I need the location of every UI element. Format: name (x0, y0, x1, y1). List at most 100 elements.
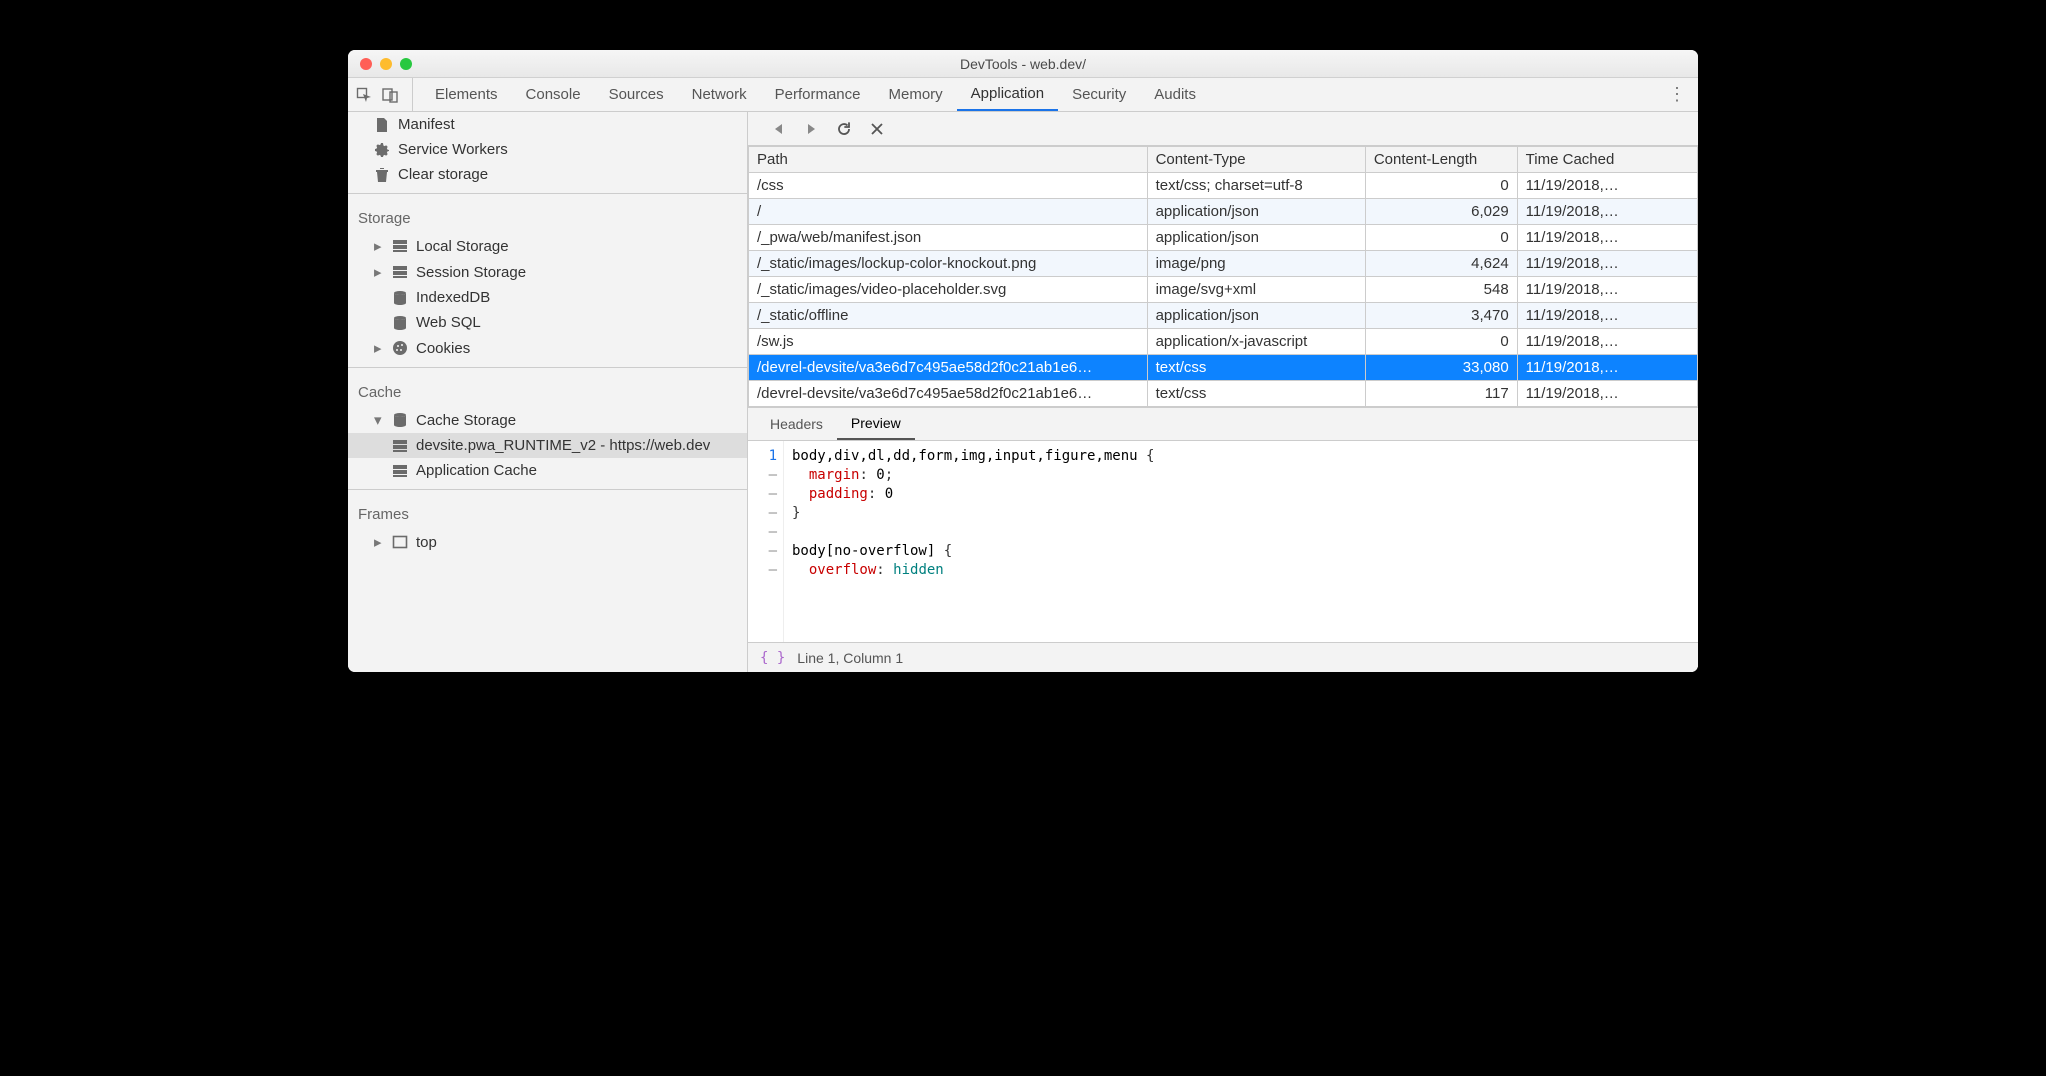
tab-performance[interactable]: Performance (761, 78, 875, 111)
subtab-preview[interactable]: Preview (837, 408, 915, 440)
tab-security[interactable]: Security (1058, 78, 1140, 111)
subtab-headers[interactable]: Headers (756, 408, 837, 440)
table-cell: 11/19/2018,… (1517, 251, 1697, 277)
tab-network[interactable]: Network (678, 78, 761, 111)
sidebar-item-session-storage[interactable]: ▸ Session Storage (348, 259, 747, 285)
sidebar-label: Service Workers (398, 141, 508, 158)
sidebar-item-service-workers[interactable]: Service Workers (348, 137, 747, 162)
device-toggle-icon[interactable] (382, 87, 398, 103)
table-row[interactable]: /devrel-devsite/va3e6d7c495ae58d2f0c21ab… (749, 355, 1698, 381)
chevron-right-icon: ▸ (374, 533, 384, 551)
database-icon (392, 290, 408, 306)
minimize-window-button[interactable] (380, 58, 392, 70)
main-panel: Path Content-Type Content-Length Time Ca… (748, 112, 1698, 672)
sidebar-item-web-sql[interactable]: Web SQL (348, 310, 747, 335)
table-cell: application/json (1147, 225, 1365, 251)
code-token: 0 (876, 467, 884, 483)
table-cell: image/png (1147, 251, 1365, 277)
code-token: ; (885, 467, 893, 483)
table-cell: 0 (1365, 329, 1517, 355)
table-row[interactable]: /_pwa/web/manifest.jsonapplication/json0… (749, 225, 1698, 251)
line-gutter: 1 – – – – – – (748, 441, 784, 642)
table-cell: text/css; charset=utf-8 (1147, 173, 1365, 199)
sidebar-item-application-cache[interactable]: Application Cache (348, 458, 747, 483)
table-cell: 11/19/2018,… (1517, 199, 1697, 225)
nav-back-button[interactable] (772, 122, 786, 136)
table-cell: 11/19/2018,… (1517, 381, 1697, 407)
sidebar-item-cache-storage[interactable]: ▾ Cache Storage (348, 407, 747, 433)
table-cell: 11/19/2018,… (1517, 277, 1697, 303)
col-time-cached[interactable]: Time Cached (1517, 147, 1697, 173)
table-row[interactable]: /devrel-devsite/va3e6d7c495ae58d2f0c21ab… (749, 381, 1698, 407)
file-icon (374, 117, 390, 133)
tab-memory[interactable]: Memory (875, 78, 957, 111)
col-content-type[interactable]: Content-Type (1147, 147, 1365, 173)
table-row[interactable]: /_static/offlineapplication/json3,47011/… (749, 303, 1698, 329)
code-preview: 1 – – – – – – body,div,dl,dd,form,img,in… (748, 441, 1698, 642)
sidebar-item-indexeddb[interactable]: IndexedDB (348, 285, 747, 310)
sidebar-label: Manifest (398, 116, 455, 133)
code-token: : (859, 467, 876, 483)
tab-console[interactable]: Console (512, 78, 595, 111)
sidebar-item-clear-storage[interactable]: Clear storage (348, 162, 747, 187)
tab-application[interactable]: Application (957, 78, 1058, 111)
code-token: hidden (893, 562, 944, 578)
table-cell: 6,029 (1365, 199, 1517, 225)
code-body[interactable]: body,div,dl,dd,form,img,input,figure,men… (784, 441, 1162, 642)
table-cell: application/json (1147, 199, 1365, 225)
table-row[interactable]: /sw.jsapplication/x-javascript011/19/201… (749, 329, 1698, 355)
tab-elements[interactable]: Elements (421, 78, 512, 111)
line-number: 1 (748, 447, 777, 466)
refresh-button[interactable] (836, 121, 852, 137)
table-cell: 548 (1365, 277, 1517, 303)
table-row[interactable]: /csstext/css; charset=utf-8011/19/2018,… (749, 173, 1698, 199)
sidebar-label: Application Cache (416, 462, 537, 479)
table-cell: application/json (1147, 303, 1365, 329)
nav-forward-button[interactable] (804, 122, 818, 136)
code-token: } (792, 505, 800, 521)
table-row[interactable]: /_static/images/video-placeholder.svgima… (749, 277, 1698, 303)
gutter-dash: – (748, 466, 777, 485)
table-cell: application/x-javascript (1147, 329, 1365, 355)
code-token: : (868, 486, 885, 502)
delete-button[interactable] (870, 122, 884, 136)
table-cell: text/css (1147, 355, 1365, 381)
table-cell: /css (749, 173, 1148, 199)
table-cell: /sw.js (749, 329, 1148, 355)
main-tabs-row: Elements Console Sources Network Perform… (348, 78, 1698, 112)
sidebar-item-frames-top[interactable]: ▸ top (348, 529, 747, 555)
col-content-length[interactable]: Content-Length (1365, 147, 1517, 173)
table-cell: /_pwa/web/manifest.json (749, 225, 1148, 251)
sidebar-item-manifest[interactable]: Manifest (348, 112, 747, 137)
table-cell: 11/19/2018,… (1517, 225, 1697, 251)
tab-audits[interactable]: Audits (1140, 78, 1210, 111)
table-cell: 4,624 (1365, 251, 1517, 277)
overflow-menu-icon[interactable]: ⋮ (1668, 84, 1684, 105)
table-row[interactable]: /_static/images/lockup-color-knockout.pn… (749, 251, 1698, 277)
devtools-window: DevTools - web.dev/ Elements Console Sou… (348, 50, 1698, 672)
statusbar: { } Line 1, Column 1 (748, 642, 1698, 672)
sidebar-item-local-storage[interactable]: ▸ Local Storage (348, 233, 747, 259)
format-icon[interactable]: { } (760, 650, 785, 666)
cookie-icon (392, 340, 408, 356)
zoom-window-button[interactable] (400, 58, 412, 70)
code-token: body[no-overflow] (792, 543, 944, 559)
inspect-element-icon[interactable] (356, 87, 372, 103)
close-window-button[interactable] (360, 58, 372, 70)
sidebar-item-cookies[interactable]: ▸ Cookies (348, 335, 747, 361)
gutter-dash: – (748, 504, 777, 523)
col-path[interactable]: Path (749, 147, 1148, 173)
response-subtabs: Headers Preview (748, 407, 1698, 441)
table-cell: 33,080 (1365, 355, 1517, 381)
table-cell: /_static/images/video-placeholder.svg (749, 277, 1148, 303)
grid-icon (392, 264, 408, 280)
code-token: { (1146, 448, 1154, 464)
table-row[interactable]: /application/json6,02911/19/2018,… (749, 199, 1698, 225)
code-token: body,div,dl,dd,form,img,input,figure,men… (792, 448, 1146, 464)
table-cell: /_static/offline (749, 303, 1148, 329)
sidebar-label: devsite.pwa_RUNTIME_v2 - https://web.dev (416, 437, 710, 454)
gutter-dash: – (748, 542, 777, 561)
code-token: padding (809, 486, 868, 502)
tab-sources[interactable]: Sources (595, 78, 678, 111)
sidebar-item-cache-entry[interactable]: devsite.pwa_RUNTIME_v2 - https://web.dev (348, 433, 747, 458)
